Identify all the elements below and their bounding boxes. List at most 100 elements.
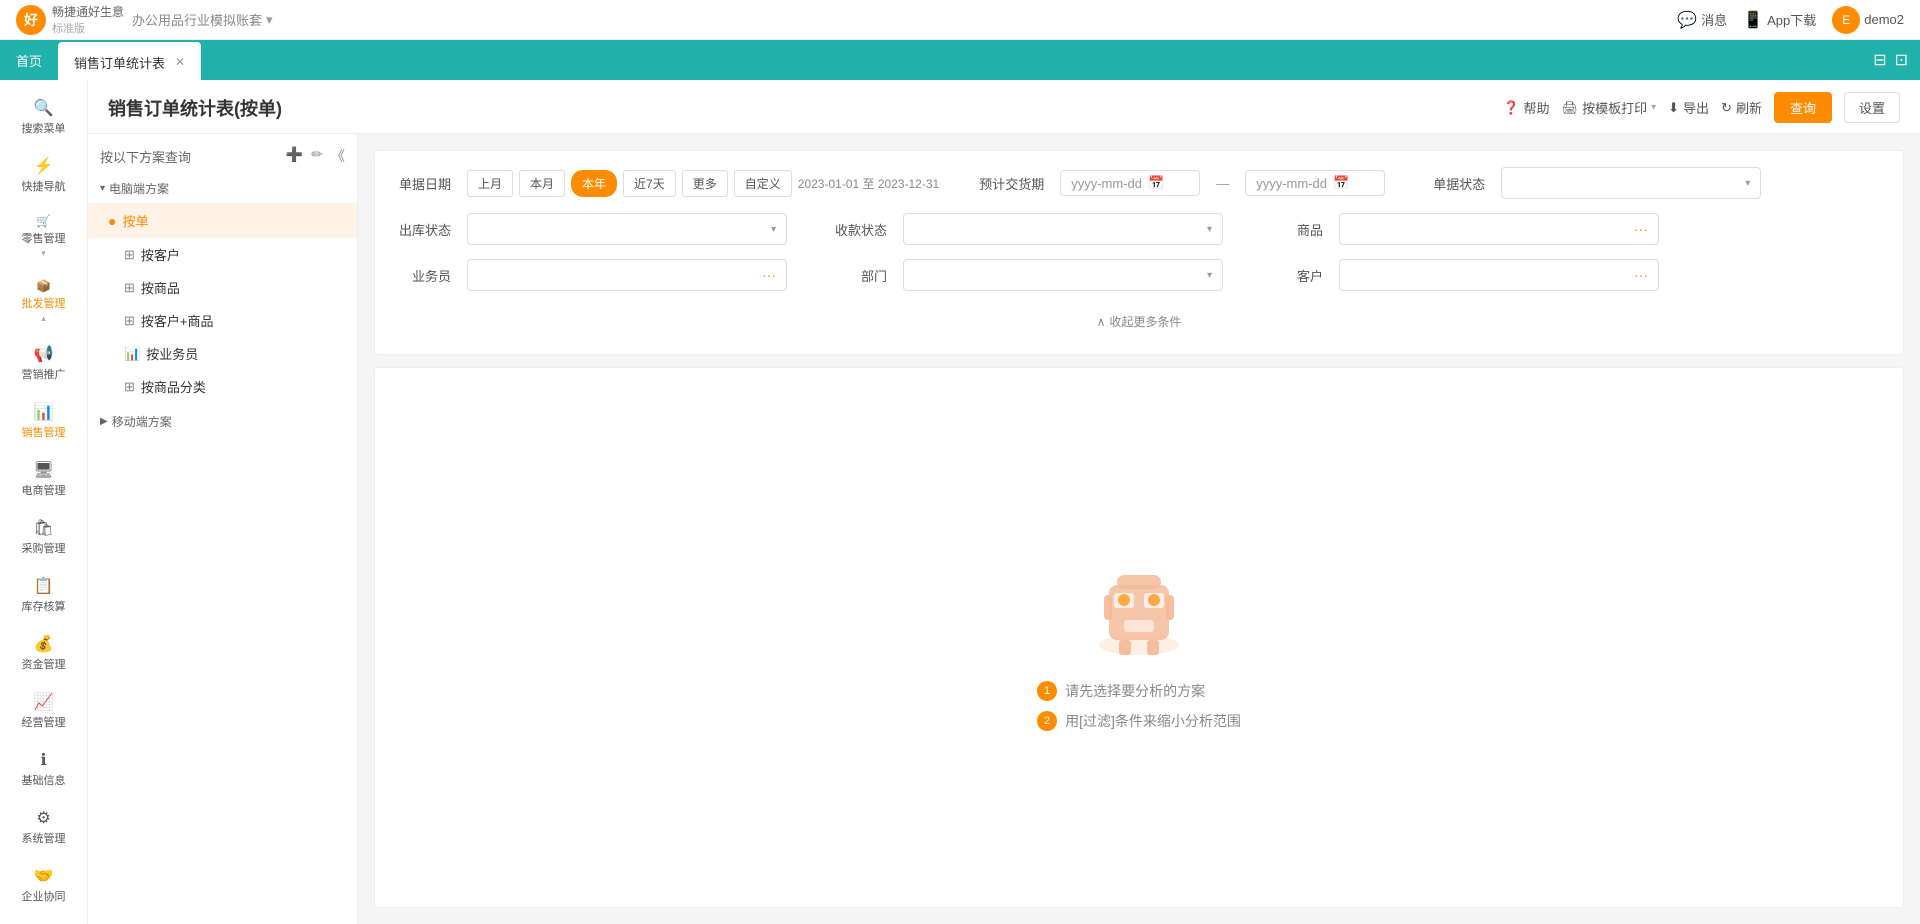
salesperson-label: 业务员 <box>391 266 451 285</box>
tree-item-by-goods[interactable]: ⊞ 按商品 <box>88 271 357 304</box>
tab-close-icon[interactable]: ✕ <box>175 55 185 69</box>
tree-item-by-single[interactable]: ● 按单 <box>88 203 357 238</box>
sidebar-item-ecommerce-mgmt[interactable]: 🖥 电商管理 <box>0 450 87 508</box>
salesperson-more-icon[interactable]: ··· <box>762 267 776 283</box>
sidebar-item-purchase-mgmt[interactable]: 🛍 采购管理 <box>0 508 87 566</box>
date-btn-this-month[interactable]: 本月 <box>519 170 565 197</box>
by-customer-icon: ⊞ <box>124 247 135 263</box>
sidebar: 🔍 搜索菜单 ⚡ 快捷导航 🛒 零售管理 ▾ 📦 批发管理 ▴ 📢 营销推广 📊… <box>0 80 88 924</box>
help-icon: ❓ <box>1503 100 1519 116</box>
single-status-select[interactable]: ▾ <box>1501 167 1761 199</box>
salesperson-select[interactable]: ··· <box>467 259 787 291</box>
settings-button[interactable]: 设置 <box>1844 92 1900 123</box>
sidebar-item-inventory[interactable]: 📋 库存核算 <box>0 566 87 624</box>
date-btn-more[interactable]: 更多 <box>682 170 728 197</box>
page-header: 销售订单统计表(按单) ❓ 帮助 🖨 按模板打印 ▾ ⬇ 导出 <box>88 80 1920 134</box>
tree-section-arrow-mobile: ▶ <box>100 416 108 427</box>
by-customer-goods-label: 按客户+商品 <box>141 311 214 330</box>
user-area[interactable]: E demo2 <box>1832 6 1904 34</box>
add-scheme-icon[interactable]: ➕ <box>286 146 303 166</box>
left-panel: 按以下方案查询 ➕ ✏ 《 ▾ 电脑端方案 ● 按单 <box>88 134 358 924</box>
refresh-button[interactable]: ↻ 刷新 <box>1721 98 1762 117</box>
expected-delivery-start[interactable]: yyyy-mm-dd 📅 <box>1060 170 1200 196</box>
app-download-button[interactable]: 📱 App下载 <box>1743 10 1816 30</box>
top-bar-right: 💬 消息 📱 App下载 E demo2 <box>1677 6 1904 34</box>
sidebar-item-marketing[interactable]: 📢 营销推广 <box>0 334 87 392</box>
by-goods-category-label: 按商品分类 <box>141 377 206 396</box>
payment-status-select[interactable]: ▾ <box>903 213 1223 245</box>
tab-sales-order-stats[interactable]: 销售订单统计表 ✕ <box>58 42 201 82</box>
out-status-select[interactable]: ▾ <box>467 213 787 245</box>
sidebar-label-enterprise-collab: 企业协同 <box>22 888 66 904</box>
sidebar-item-new-guide[interactable]: 🎯 新手引导 <box>0 914 87 924</box>
date-btn-last-7[interactable]: 近7天 <box>623 170 676 197</box>
page-header-top: 销售订单统计表(按单) ❓ 帮助 🖨 按模板打印 ▾ ⬇ 导出 <box>108 92 1900 133</box>
tab-maximize-icon[interactable]: ⊡ <box>1895 50 1908 70</box>
breadcrumb-text: 办公用品行业模拟账套 <box>132 10 262 29</box>
operation-mgmt-icon: 📈 <box>34 692 54 712</box>
retail-mgmt-arrow: ▾ <box>41 248 46 259</box>
tab-home[interactable]: 首页 <box>0 40 58 80</box>
export-icon: ⬇ <box>1668 100 1679 116</box>
date-btn-custom[interactable]: 自定义 <box>734 170 792 197</box>
by-goods-label: 按商品 <box>141 278 180 297</box>
by-customer-label: 按客户 <box>141 245 180 264</box>
basic-info-icon: ℹ <box>40 750 46 770</box>
date-btn-this-year[interactable]: 本年 <box>571 170 617 197</box>
sidebar-item-quick-nav[interactable]: ⚡ 快捷导航 <box>0 146 87 204</box>
customer-label: 客户 <box>1263 266 1323 285</box>
tip-2-num: 2 <box>1037 711 1057 731</box>
department-arrow: ▾ <box>1207 270 1212 281</box>
calendar-icon-start: 📅 <box>1148 175 1164 191</box>
query-button[interactable]: 查询 <box>1774 92 1832 123</box>
collapse-arrow-icon: ∧ <box>1097 315 1106 329</box>
tree-section-desktop[interactable]: ▾ 电脑端方案 <box>88 174 357 203</box>
tab-minimize-icon[interactable]: ⊟ <box>1873 50 1886 70</box>
tab-bar: 首页 销售订单统计表 ✕ ⊟ ⊡ <box>0 40 1920 80</box>
expected-delivery-end[interactable]: yyyy-mm-dd 📅 <box>1245 170 1385 196</box>
sidebar-item-wholesale-mgmt[interactable]: 📦 批发管理 ▴ <box>0 269 87 334</box>
sidebar-item-retail-mgmt[interactable]: 🛒 零售管理 ▾ <box>0 204 87 269</box>
sidebar-item-basic-info[interactable]: ℹ 基础信息 <box>0 740 87 798</box>
tree-item-by-customer[interactable]: ⊞ 按客户 <box>88 238 357 271</box>
by-salesperson-icon: 📊 <box>124 346 140 362</box>
goods-more-icon[interactable]: ··· <box>1634 221 1648 237</box>
sidebar-label-retail-mgmt: 零售管理 <box>22 230 66 246</box>
sales-mgmt-icon: 📊 <box>34 402 54 422</box>
message-button[interactable]: 💬 消息 <box>1677 10 1727 30</box>
tree-item-by-customer-goods[interactable]: ⊞ 按客户+商品 <box>88 304 357 337</box>
breadcrumb-arrow[interactable]: ▾ <box>266 12 273 28</box>
sidebar-item-finance-mgmt[interactable]: 💰 资金管理 <box>0 624 87 682</box>
sidebar-item-sales-mgmt[interactable]: 📊 销售管理 <box>0 392 87 450</box>
quick-nav-icon: ⚡ <box>34 156 54 176</box>
goods-select[interactable]: ··· <box>1339 213 1659 245</box>
sidebar-label-quick-nav: 快捷导航 <box>22 178 66 194</box>
edit-scheme-icon[interactable]: ✏ <box>311 146 323 166</box>
left-panel-header: 按以下方案查询 ➕ ✏ 《 <box>88 146 357 174</box>
tree-item-by-salesperson[interactable]: 📊 按业务员 <box>88 337 357 370</box>
sidebar-item-search-menu[interactable]: 🔍 搜索菜单 <box>0 88 87 146</box>
date-btn-last-month[interactable]: 上月 <box>467 170 513 197</box>
department-select[interactable]: ▾ <box>903 259 1223 291</box>
inventory-icon: 📋 <box>34 576 54 596</box>
customer-select[interactable]: ··· <box>1339 259 1659 291</box>
collapse-button[interactable]: ∧ 收起更多条件 <box>1097 313 1182 330</box>
collapse-row: ∧ 收起更多条件 <box>391 305 1887 338</box>
app-download-icon: 📱 <box>1743 10 1763 30</box>
template-print-button[interactable]: 🖨 按模板打印 ▾ <box>1562 98 1657 117</box>
sidebar-label-ecommerce-mgmt: 电商管理 <box>22 482 66 498</box>
search-menu-icon: 🔍 <box>34 98 54 118</box>
sidebar-item-enterprise-collab[interactable]: 🤝 企业协同 <box>0 856 87 914</box>
collapse-label: 收起更多条件 <box>1109 313 1181 330</box>
sidebar-item-operation-mgmt[interactable]: 📈 经营管理 <box>0 682 87 740</box>
help-button[interactable]: ❓ 帮助 <box>1503 98 1549 117</box>
tree-item-by-goods-category[interactable]: ⊞ 按商品分类 <box>88 370 357 403</box>
sidebar-item-system-mgmt[interactable]: ⚙ 系统管理 <box>0 798 87 856</box>
collapse-panel-icon[interactable]: 《 <box>331 146 345 166</box>
calendar-icon-end: 📅 <box>1333 175 1349 191</box>
payment-status-label: 收款状态 <box>827 220 887 239</box>
tree-section-mobile[interactable]: ▶ 移动端方案 <box>88 407 357 436</box>
expected-delivery-start-text: yyyy-mm-dd <box>1071 176 1142 191</box>
export-button[interactable]: ⬇ 导出 <box>1668 98 1709 117</box>
customer-more-icon[interactable]: ··· <box>1634 267 1648 283</box>
